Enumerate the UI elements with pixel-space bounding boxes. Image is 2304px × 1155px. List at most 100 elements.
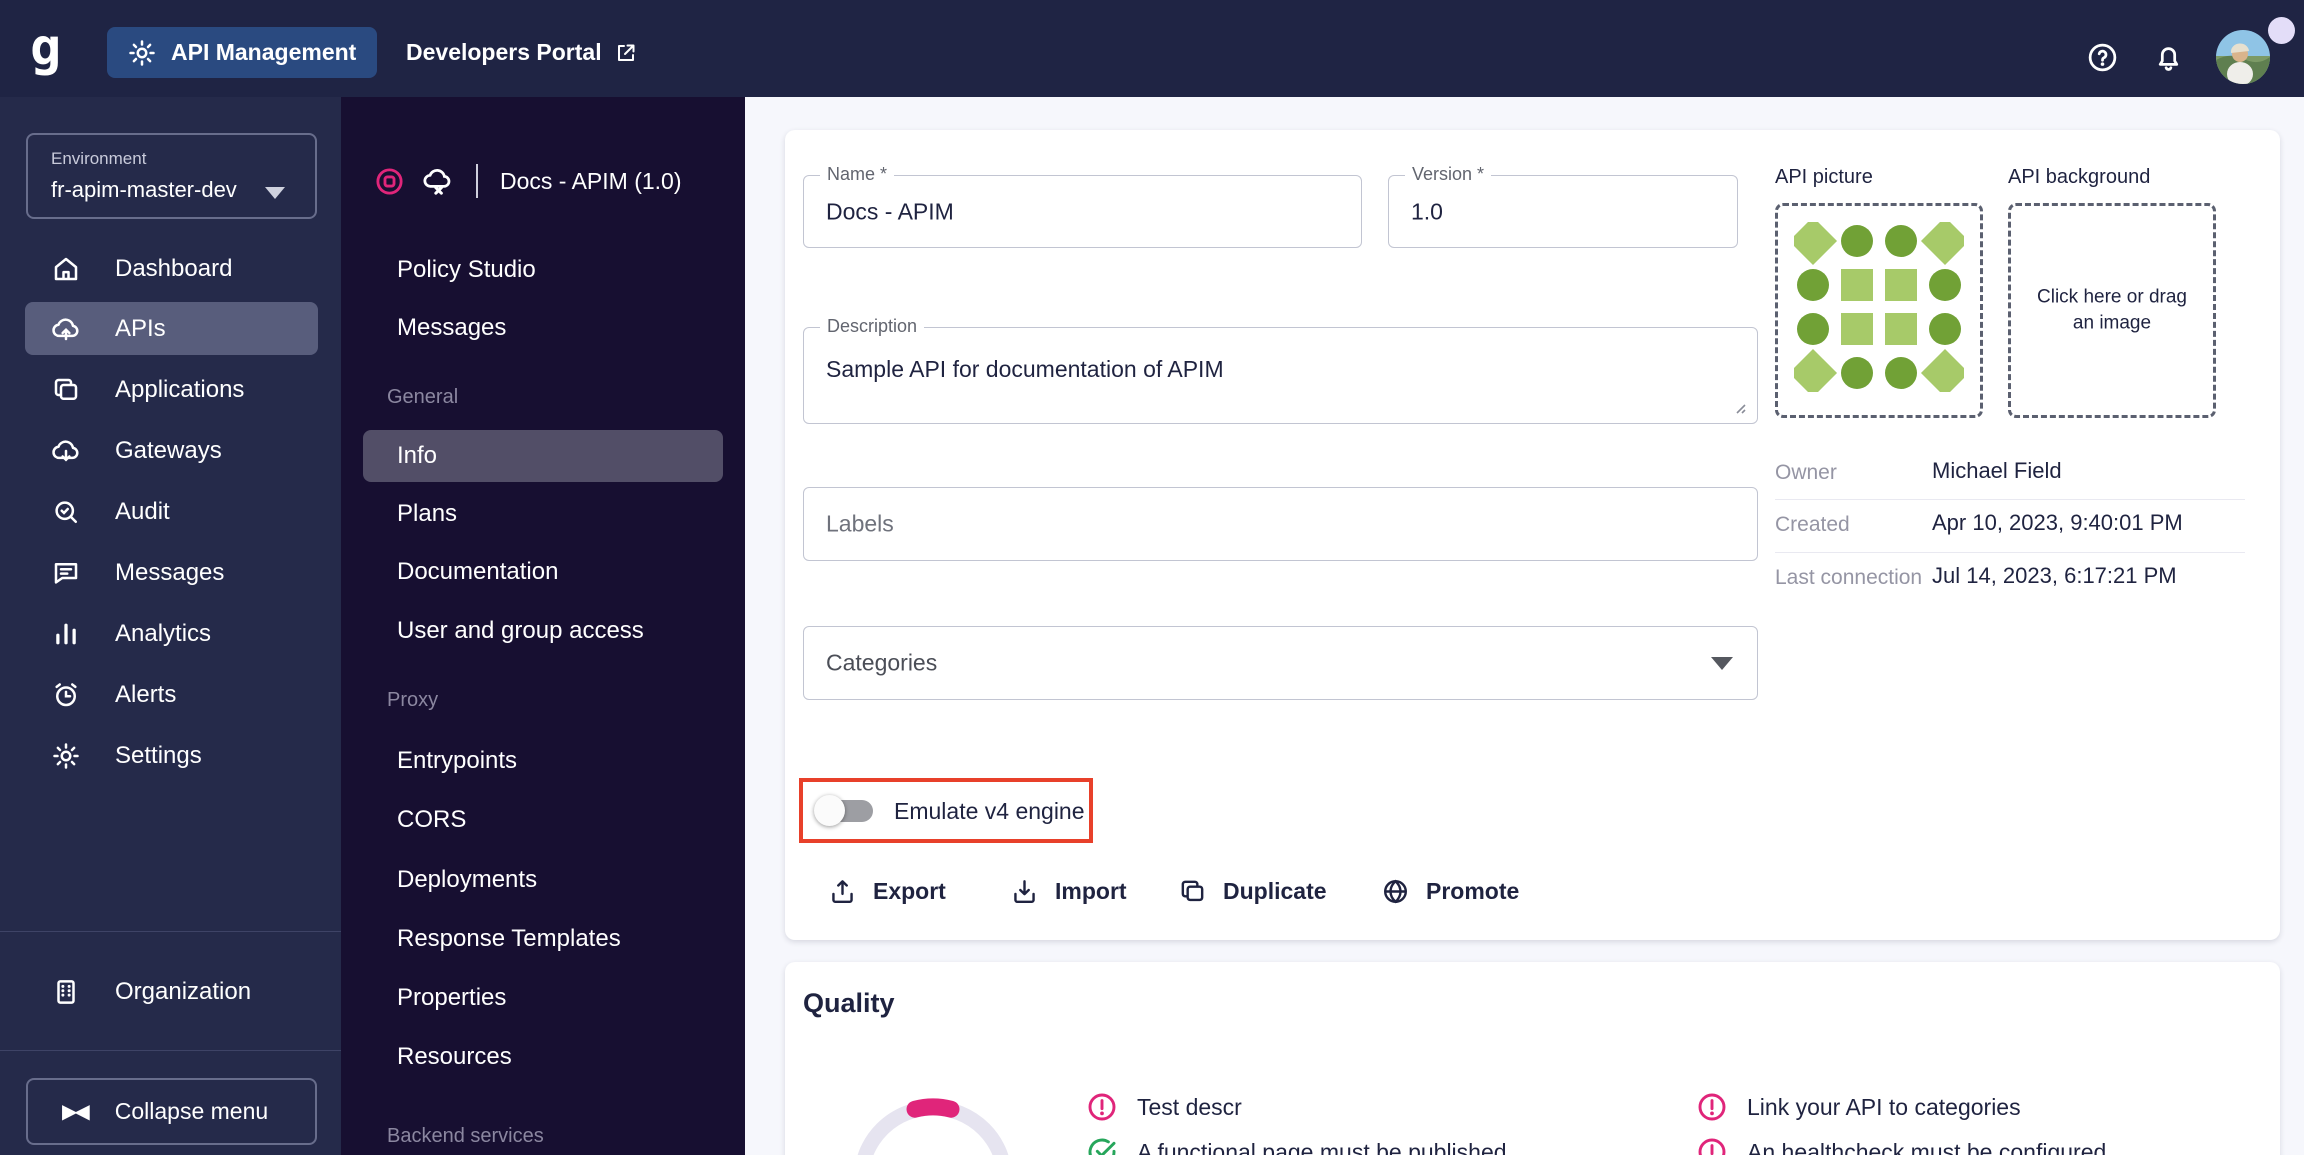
quality-check-label: Link your API to categories — [1747, 1094, 2021, 1121]
api-menu-item-response-templates[interactable]: Response Templates — [363, 913, 723, 965]
api-menu-item-policy-studio[interactable]: Policy Studio — [363, 244, 723, 296]
chat-icon — [51, 558, 81, 588]
api-management-label: API Management — [171, 39, 356, 66]
sidebar-item-messages[interactable]: Messages — [25, 546, 318, 599]
api-picture-dropzone[interactable] — [1775, 203, 1983, 418]
api-meta-table: Owner Michael Field Created Apr 10, 2023… — [1775, 448, 2245, 604]
sidebar-item-dashboard[interactable]: Dashboard — [25, 242, 318, 295]
warning-circle-icon — [1696, 1091, 1728, 1123]
import-button-label: Import — [1055, 878, 1127, 905]
resize-handle-icon[interactable] — [1731, 399, 1747, 415]
warning-circle-icon — [1696, 1136, 1728, 1155]
help-icon[interactable] — [2086, 41, 2119, 74]
api-menu-label: Properties — [397, 984, 506, 1012]
api-sidebar: Docs - APIM (1.0) Policy Studio Messages… — [341, 97, 745, 1155]
sidebar-item-gateways[interactable]: Gateways — [25, 424, 318, 477]
emulate-v4-toggle[interactable] — [816, 800, 873, 822]
api-menu-item-documentation[interactable]: Documentation — [363, 546, 723, 598]
quality-check-description: Test descr — [1086, 1091, 1242, 1123]
sidebar-item-alerts[interactable]: Alerts — [25, 668, 318, 721]
meta-row-owner: Owner Michael Field — [1775, 448, 2245, 500]
meta-label: Created — [1775, 510, 1932, 539]
quality-check-healthcheck: An healthcheck must be configured — [1696, 1136, 2106, 1155]
cloud-down-icon — [51, 436, 81, 466]
top-bar: g API Management Developers Portal — [0, 0, 2304, 97]
description-field[interactable]: Description Sample API for documentation… — [803, 327, 1758, 424]
api-menu-item-resources[interactable]: Resources — [363, 1031, 723, 1083]
cloud-not-synced-icon — [421, 165, 454, 198]
user-avatar[interactable] — [2216, 30, 2270, 84]
api-menu-label: Info — [397, 442, 437, 470]
api-management-tab[interactable]: API Management — [107, 27, 377, 78]
sidebar-item-label: Organization — [115, 978, 251, 1006]
developers-portal-link[interactable]: Developers Portal — [406, 27, 638, 78]
api-menu-label: Policy Studio — [397, 256, 536, 284]
sidebar-divider — [0, 1050, 341, 1051]
export-button-label: Export — [873, 878, 946, 905]
copy-icon — [51, 375, 81, 405]
duplicate-button[interactable]: Duplicate — [1178, 874, 1327, 908]
sidebar-item-apis[interactable]: APIs — [25, 302, 318, 355]
api-menu-item-entrypoints[interactable]: Entrypoints — [363, 735, 723, 787]
sidebar-item-label: Settings — [115, 742, 202, 770]
collapse-menu-button[interactable]: ▶◀ Collapse menu — [26, 1078, 317, 1145]
import-button[interactable]: Import — [1010, 874, 1127, 908]
sidebar-item-applications[interactable]: Applications — [25, 363, 318, 416]
environment-label: Environment — [51, 149, 146, 169]
sidebar-divider — [0, 931, 341, 932]
api-picture-image — [1794, 222, 1964, 392]
gravitee-apim-app: g API Management Developers Portal E — [0, 0, 2304, 1155]
sidebar-item-audit[interactable]: Audit — [25, 485, 318, 538]
api-menu-label: User and group access — [397, 617, 644, 645]
api-picture-label: API picture — [1775, 166, 1873, 189]
quality-check-label: Test descr — [1137, 1094, 1242, 1121]
api-menu-label: Entrypoints — [397, 747, 517, 775]
quality-score-donut — [838, 1085, 1028, 1155]
meta-label: Last connection — [1775, 563, 1932, 592]
api-state-stopped-icon — [374, 166, 405, 197]
alarm-icon — [51, 680, 81, 710]
sidebar-item-label: Alerts — [115, 681, 176, 709]
external-link-icon — [614, 41, 638, 65]
meta-value: Apr 10, 2023, 9:40:01 PM — [1932, 510, 2183, 539]
api-menu-item-info[interactable]: Info — [363, 430, 723, 482]
gear-icon — [127, 38, 157, 68]
api-menu-label: Resources — [397, 1043, 512, 1071]
export-button[interactable]: Export — [828, 874, 946, 908]
api-background-label: API background — [2008, 166, 2150, 189]
meta-row-last-connection: Last connection Jul 14, 2023, 6:17:21 PM — [1775, 553, 2245, 604]
api-menu-item-plans[interactable]: Plans — [363, 488, 723, 540]
warning-circle-icon — [1086, 1091, 1118, 1123]
sidebar-item-label: Applications — [115, 376, 244, 404]
description-field-value: Sample API for documentation of APIM — [826, 356, 1224, 383]
api-menu-item-cors[interactable]: CORS — [363, 794, 723, 846]
avatar-photo — [2216, 30, 2270, 84]
api-menu-section-general: General — [387, 386, 458, 409]
api-menu-item-properties[interactable]: Properties — [363, 972, 723, 1024]
api-menu-item-deployments[interactable]: Deployments — [363, 854, 723, 906]
sidebar-item-organization[interactable]: Organization — [25, 965, 318, 1018]
api-title: Docs - APIM (1.0) — [500, 168, 681, 195]
meta-value: Michael Field — [1932, 458, 2062, 487]
quality-check-label: An healthcheck must be configured — [1747, 1139, 2106, 1155]
collapse-icon: ▶◀ — [62, 1099, 87, 1124]
api-menu-item-user-group-access[interactable]: User and group access — [363, 605, 723, 657]
api-background-dropzone[interactable]: Click here or drag an image — [2008, 203, 2216, 418]
version-field[interactable]: Version * 1.0 — [1388, 175, 1738, 248]
api-menu-item-messages[interactable]: Messages — [363, 302, 723, 354]
developers-portal-label: Developers Portal — [406, 39, 602, 66]
name-field[interactable]: Name * Docs - APIM — [803, 175, 1362, 248]
sidebar-item-label: Dashboard — [115, 255, 232, 283]
building-icon — [51, 977, 81, 1007]
sidebar-item-analytics[interactable]: Analytics — [25, 607, 318, 660]
environment-selector[interactable]: Environment fr-apim-master-dev — [26, 133, 317, 219]
promote-button[interactable]: Promote — [1381, 874, 1519, 908]
categories-select[interactable]: Categories — [803, 626, 1758, 700]
gravitee-logo[interactable]: g — [30, 20, 61, 76]
notifications-bell-icon[interactable] — [2152, 41, 2185, 74]
labels-field[interactable]: Labels — [803, 487, 1758, 561]
version-field-value: 1.0 — [1411, 198, 1443, 225]
categories-select-value: Categories — [826, 650, 937, 677]
sidebar-item-settings[interactable]: Settings — [25, 729, 318, 782]
environment-value: fr-apim-master-dev — [51, 177, 237, 203]
